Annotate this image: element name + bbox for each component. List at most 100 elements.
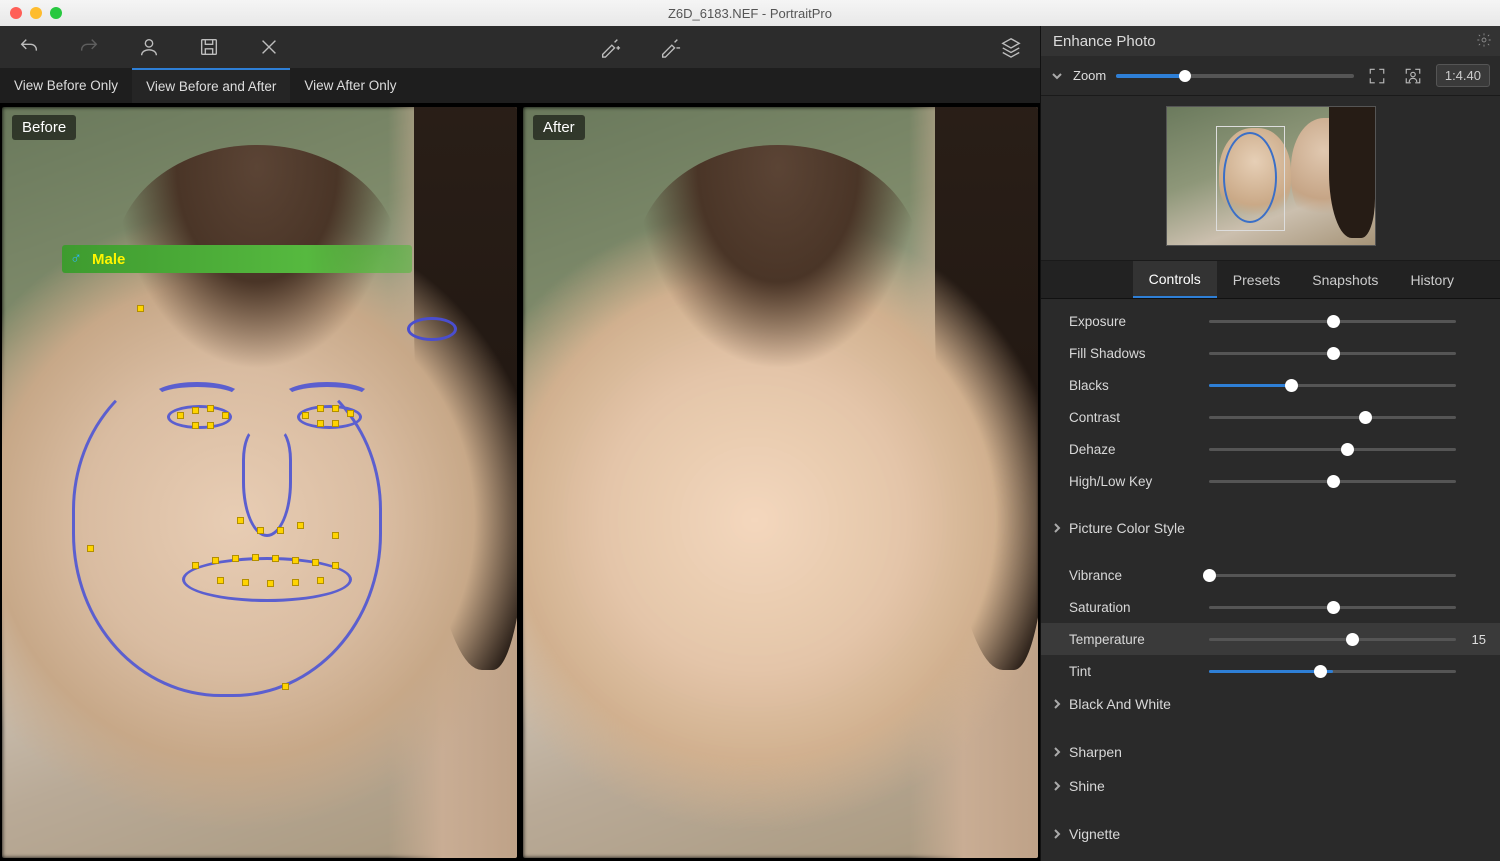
slider-high-low-key[interactable]: High/Low Key	[1041, 465, 1500, 497]
landmark-point[interactable]	[222, 412, 229, 419]
slider-thumb[interactable]	[1341, 443, 1354, 456]
slider-temperature[interactable]: Temperature15	[1041, 623, 1500, 655]
landmark-point[interactable]	[207, 422, 214, 429]
landmark-point[interactable]	[87, 545, 94, 552]
landmark-point[interactable]	[302, 412, 309, 419]
undo-button[interactable]	[14, 32, 44, 62]
slider-thumb[interactable]	[1327, 315, 1340, 328]
slider-track[interactable]	[1209, 416, 1456, 419]
landmark-point[interactable]	[257, 527, 264, 534]
landmark-point[interactable]	[317, 577, 324, 584]
slider-track[interactable]	[1209, 670, 1456, 673]
landmark-point[interactable]	[317, 420, 324, 427]
slider-thumb[interactable]	[1203, 569, 1216, 582]
landmark-point[interactable]	[252, 554, 259, 561]
section-picture-color-style[interactable]: Picture Color Style	[1041, 511, 1500, 545]
zoom-ratio-display[interactable]: 1:4.40	[1436, 64, 1490, 87]
slider-track[interactable]	[1209, 352, 1456, 355]
tab-view-after[interactable]: View After Only	[290, 68, 410, 103]
landmark-point[interactable]	[267, 580, 274, 587]
slider-dehaze[interactable]: Dehaze	[1041, 433, 1500, 465]
zoom-slider[interactable]	[1116, 74, 1354, 78]
gender-tag[interactable]: Male	[62, 245, 412, 273]
slider-contrast[interactable]: Contrast	[1041, 401, 1500, 433]
chevron-down-icon[interactable]	[1051, 70, 1063, 82]
slider-saturation[interactable]: Saturation	[1041, 591, 1500, 623]
brush-add-button[interactable]	[595, 32, 625, 62]
tab-controls[interactable]: Controls	[1133, 261, 1217, 298]
landmark-point[interactable]	[297, 522, 304, 529]
before-image-panel[interactable]: Male Before	[2, 107, 517, 858]
slider-exposure[interactable]: Exposure	[1041, 305, 1500, 337]
gear-icon[interactable]	[1476, 32, 1492, 48]
landmark-point[interactable]	[217, 577, 224, 584]
tab-history[interactable]: History	[1394, 261, 1470, 298]
landmark-point[interactable]	[282, 683, 289, 690]
tab-presets[interactable]: Presets	[1217, 261, 1296, 298]
landmark-point[interactable]	[232, 555, 239, 562]
landmark-point[interactable]	[312, 559, 319, 566]
slider-track[interactable]	[1209, 574, 1456, 577]
redo-button[interactable]	[74, 32, 104, 62]
landmark-point[interactable]	[237, 517, 244, 524]
slider-track[interactable]	[1209, 320, 1456, 323]
landmark-point[interactable]	[332, 562, 339, 569]
after-image-panel[interactable]: After	[523, 107, 1038, 858]
slider-track[interactable]	[1209, 384, 1456, 387]
other-face-eye-outline[interactable]	[407, 317, 457, 341]
landmark-point[interactable]	[192, 562, 199, 569]
fit-screen-button[interactable]	[1364, 63, 1390, 89]
landmark-point[interactable]	[317, 405, 324, 412]
landmark-point[interactable]	[277, 527, 284, 534]
slider-track[interactable]	[1209, 448, 1456, 451]
slider-thumb[interactable]	[1327, 601, 1340, 614]
section-black-and-white[interactable]: Black And White	[1041, 687, 1500, 721]
undo-icon	[18, 36, 40, 58]
tab-snapshots[interactable]: Snapshots	[1296, 261, 1394, 298]
landmark-point[interactable]	[347, 410, 354, 417]
close-button[interactable]	[254, 32, 284, 62]
landmark-point[interactable]	[292, 579, 299, 586]
landmark-point[interactable]	[137, 305, 144, 312]
slider-thumb[interactable]	[1285, 379, 1298, 392]
face-landmark-overlay[interactable]	[2, 107, 517, 858]
fit-face-button[interactable]	[1400, 63, 1426, 89]
landmark-point[interactable]	[212, 557, 219, 564]
landmark-point[interactable]	[332, 532, 339, 539]
zoom-slider-thumb[interactable]	[1179, 70, 1191, 82]
slider-track[interactable]	[1209, 606, 1456, 609]
slider-track[interactable]	[1209, 480, 1456, 483]
slider-blacks[interactable]: Blacks	[1041, 369, 1500, 401]
tab-view-before[interactable]: View Before Only	[0, 68, 132, 103]
slider-thumb[interactable]	[1314, 665, 1327, 678]
save-button[interactable]	[194, 32, 224, 62]
landmark-point[interactable]	[192, 407, 199, 414]
section-sharpen[interactable]: Sharpen	[1041, 735, 1500, 769]
slider-tint[interactable]: Tint	[1041, 655, 1500, 687]
slider-thumb[interactable]	[1327, 347, 1340, 360]
slider-fill-shadows[interactable]: Fill Shadows	[1041, 337, 1500, 369]
landmark-point[interactable]	[332, 420, 339, 427]
slider-thumb[interactable]	[1327, 475, 1340, 488]
person-button[interactable]	[134, 32, 164, 62]
section-vignette[interactable]: Vignette	[1041, 817, 1500, 851]
slider-thumb[interactable]	[1359, 411, 1372, 424]
landmark-point[interactable]	[177, 412, 184, 419]
tab-view-before-after[interactable]: View Before and After	[132, 68, 290, 103]
slider-track[interactable]	[1209, 638, 1456, 641]
landmark-point[interactable]	[332, 405, 339, 412]
brush-remove-button[interactable]	[655, 32, 685, 62]
landmark-point[interactable]	[242, 579, 249, 586]
section-shine[interactable]: Shine	[1041, 769, 1500, 803]
landmark-point[interactable]	[272, 555, 279, 562]
slider-vibrance[interactable]: Vibrance	[1041, 559, 1500, 591]
landmark-point[interactable]	[292, 557, 299, 564]
nose-outline[interactable]	[242, 427, 292, 537]
layers-button[interactable]	[996, 32, 1026, 62]
landmark-point[interactable]	[192, 422, 199, 429]
slider-thumb[interactable]	[1346, 633, 1359, 646]
main-area: View Before Only View Before and After V…	[0, 26, 1040, 861]
nav-viewport-rect[interactable]	[1216, 126, 1285, 231]
navigator-thumbnail[interactable]	[1166, 106, 1376, 246]
landmark-point[interactable]	[207, 405, 214, 412]
